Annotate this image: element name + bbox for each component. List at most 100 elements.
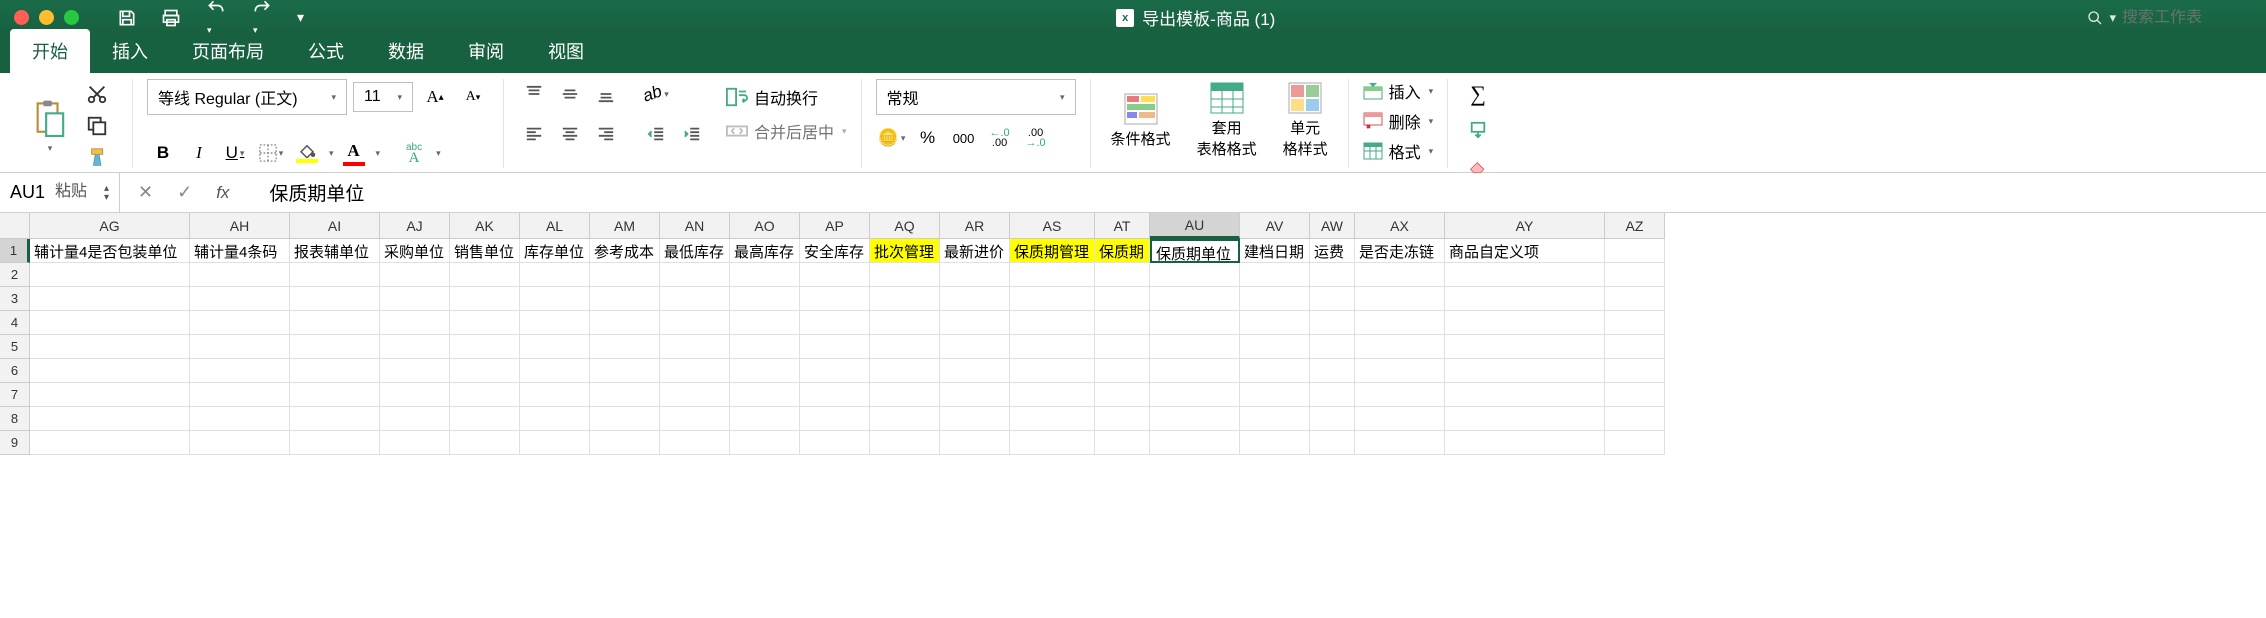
cell-AI6[interactable] <box>290 359 380 383</box>
cell-AJ3[interactable] <box>380 287 450 311</box>
cell-AR4[interactable] <box>940 311 1010 335</box>
cell-AL4[interactable] <box>520 311 590 335</box>
cell-AO1[interactable]: 最高库存 <box>730 239 800 263</box>
cell-AY8[interactable] <box>1445 407 1605 431</box>
cell-AG1[interactable]: 辅计量4是否包装单位 <box>30 239 190 263</box>
align-center-button[interactable] <box>554 119 586 149</box>
orientation-button[interactable]: ab▾ <box>640 79 672 109</box>
cell-AG9[interactable] <box>30 431 190 455</box>
row-header-2[interactable]: 2 <box>0 263 30 287</box>
close-window-button[interactable] <box>14 10 29 25</box>
cell-AH1[interactable]: 辅计量4条码 <box>190 239 290 263</box>
cell-AQ8[interactable] <box>870 407 940 431</box>
cell-AP8[interactable] <box>800 407 870 431</box>
decrease-font-button[interactable]: A▾ <box>457 82 489 112</box>
cell-AW3[interactable] <box>1310 287 1355 311</box>
cell-AZ9[interactable] <box>1605 431 1665 455</box>
fill-color-button[interactable] <box>291 138 323 168</box>
cell-AY5[interactable] <box>1445 335 1605 359</box>
delete-cells-button[interactable]: 删除▾ <box>1363 109 1434 133</box>
number-format-select[interactable]: 常规▾ <box>876 79 1076 115</box>
cell-AV7[interactable] <box>1240 383 1310 407</box>
comma-button[interactable]: 000 <box>948 123 980 153</box>
cell-AU9[interactable] <box>1150 431 1240 455</box>
cell-AQ5[interactable] <box>870 335 940 359</box>
cell-AU8[interactable] <box>1150 407 1240 431</box>
print-icon[interactable] <box>161 8 181 28</box>
cell-AR5[interactable] <box>940 335 1010 359</box>
cell-AO3[interactable] <box>730 287 800 311</box>
cell-AG8[interactable] <box>30 407 190 431</box>
cell-AL5[interactable] <box>520 335 590 359</box>
cell-AP1[interactable]: 安全库存 <box>800 239 870 263</box>
tab-公式[interactable]: 公式 <box>286 29 366 73</box>
cell-AU2[interactable] <box>1150 263 1240 287</box>
cell-AQ9[interactable] <box>870 431 940 455</box>
cell-AW2[interactable] <box>1310 263 1355 287</box>
cell-AH2[interactable] <box>190 263 290 287</box>
cell-AT9[interactable] <box>1095 431 1150 455</box>
cell-AK3[interactable] <box>450 287 520 311</box>
column-header-AU[interactable]: AU <box>1150 213 1240 239</box>
copy-button[interactable] <box>86 115 112 137</box>
cell-AT5[interactable] <box>1095 335 1150 359</box>
tab-插入[interactable]: 插入 <box>90 29 170 73</box>
cell-AN8[interactable] <box>660 407 730 431</box>
cell-AM5[interactable] <box>590 335 660 359</box>
cell-AJ9[interactable] <box>380 431 450 455</box>
cell-AU4[interactable] <box>1150 311 1240 335</box>
cell-AT4[interactable] <box>1095 311 1150 335</box>
wrap-text-button[interactable]: 自动换行 <box>726 85 847 109</box>
cell-AH4[interactable] <box>190 311 290 335</box>
cell-AT7[interactable] <box>1095 383 1150 407</box>
column-header-AS[interactable]: AS <box>1010 213 1095 239</box>
cell-AR7[interactable] <box>940 383 1010 407</box>
column-header-AH[interactable]: AH <box>190 213 290 239</box>
column-header-AI[interactable]: AI <box>290 213 380 239</box>
cancel-formula-button[interactable]: ✕ <box>138 182 153 203</box>
cell-AU5[interactable] <box>1150 335 1240 359</box>
cell-AO5[interactable] <box>730 335 800 359</box>
cell-AW7[interactable] <box>1310 383 1355 407</box>
cell-AK1[interactable]: 销售单位 <box>450 239 520 263</box>
cell-AO9[interactable] <box>730 431 800 455</box>
font-color-button[interactable]: A <box>338 138 370 168</box>
phonetic-button[interactable]: abcA <box>398 138 430 168</box>
currency-button[interactable]: 🪙▾ <box>876 123 908 153</box>
column-header-AZ[interactable]: AZ <box>1605 213 1665 239</box>
cell-AS9[interactable] <box>1010 431 1095 455</box>
tab-数据[interactable]: 数据 <box>366 29 446 73</box>
cell-AP2[interactable] <box>800 263 870 287</box>
cell-AY2[interactable] <box>1445 263 1605 287</box>
cell-AJ8[interactable] <box>380 407 450 431</box>
cell-AP9[interactable] <box>800 431 870 455</box>
qat-customize-icon[interactable]: ▾ <box>297 9 304 26</box>
cell-AV6[interactable] <box>1240 359 1310 383</box>
cell-AM7[interactable] <box>590 383 660 407</box>
cell-AV3[interactable] <box>1240 287 1310 311</box>
tab-视图[interactable]: 视图 <box>526 29 606 73</box>
name-box[interactable]: AU1 ▴▾ <box>0 173 120 212</box>
cell-AV5[interactable] <box>1240 335 1310 359</box>
cell-AT2[interactable] <box>1095 263 1150 287</box>
column-header-AN[interactable]: AN <box>660 213 730 239</box>
cell-AG4[interactable] <box>30 311 190 335</box>
cell-AQ1[interactable]: 批次管理 <box>870 239 940 263</box>
cell-AG3[interactable] <box>30 287 190 311</box>
align-right-button[interactable] <box>590 119 622 149</box>
column-header-AR[interactable]: AR <box>940 213 1010 239</box>
cell-AJ6[interactable] <box>380 359 450 383</box>
percent-button[interactable]: % <box>912 123 944 153</box>
cell-AV9[interactable] <box>1240 431 1310 455</box>
maximize-window-button[interactable] <box>64 10 79 25</box>
cell-AO7[interactable] <box>730 383 800 407</box>
column-header-AL[interactable]: AL <box>520 213 590 239</box>
underline-button[interactable]: U▾ <box>219 138 251 168</box>
row-header-5[interactable]: 5 <box>0 335 30 359</box>
column-header-AM[interactable]: AM <box>590 213 660 239</box>
formula-input[interactable] <box>261 182 2266 204</box>
cell-AS5[interactable] <box>1010 335 1095 359</box>
cell-AL8[interactable] <box>520 407 590 431</box>
cell-AU1[interactable]: 保质期单位 <box>1150 239 1240 263</box>
cell-AT1[interactable]: 保质期 <box>1095 239 1150 263</box>
